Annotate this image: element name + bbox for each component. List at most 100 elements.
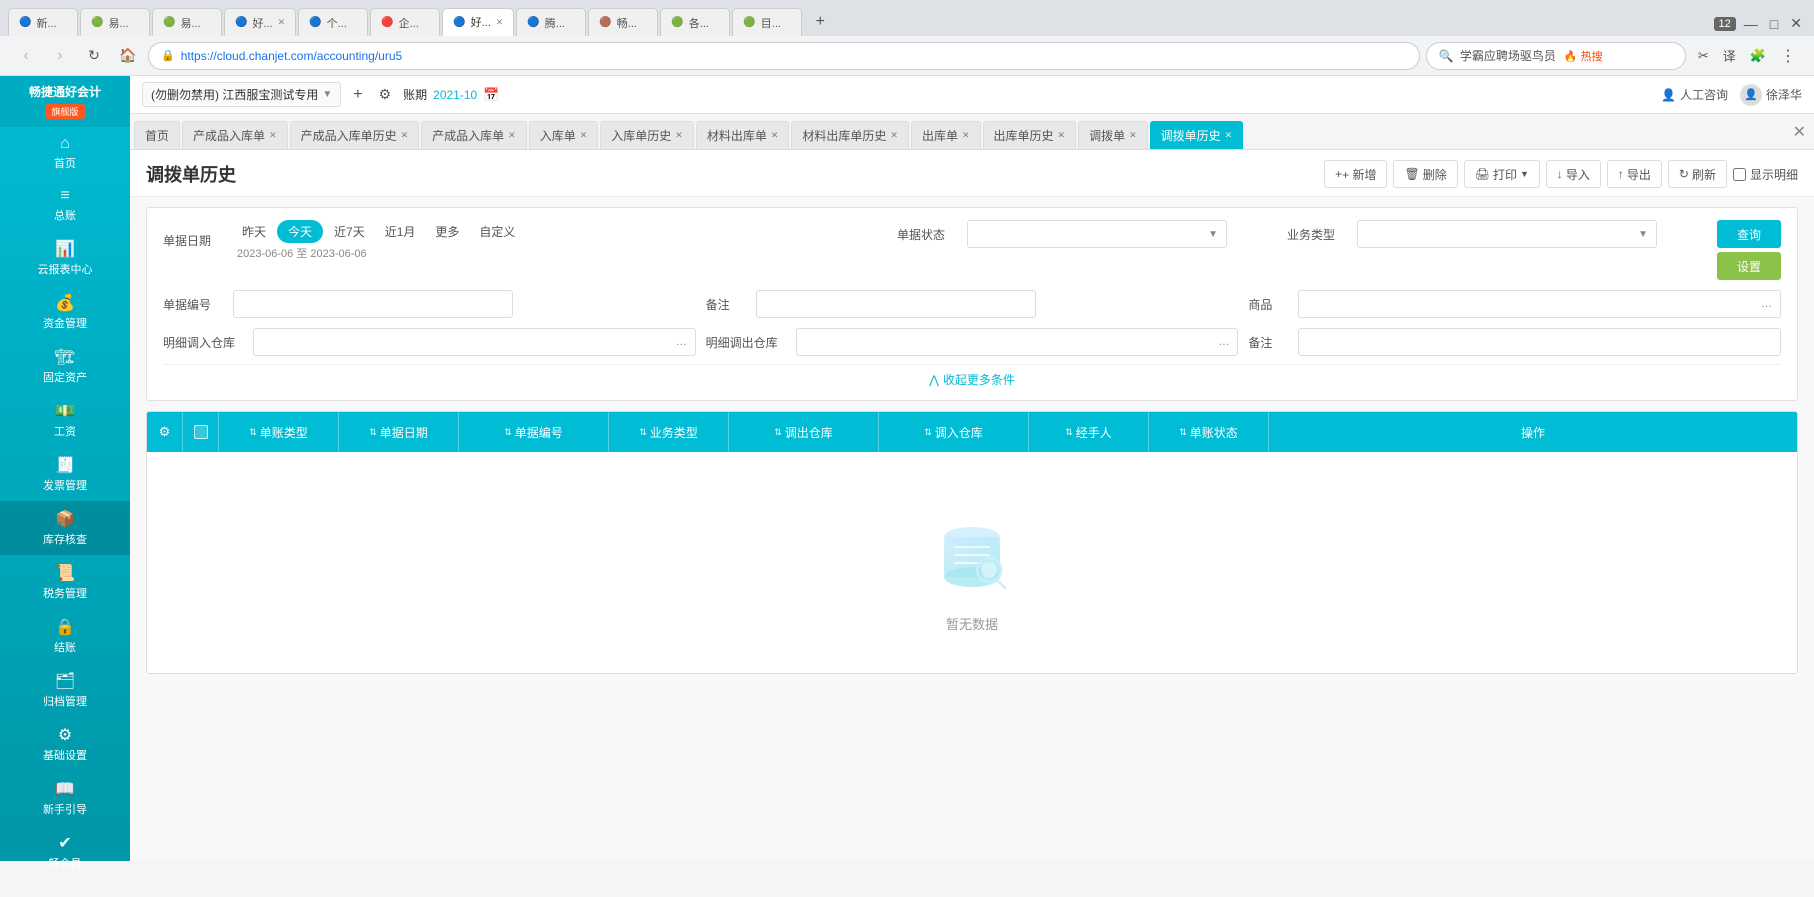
tab-in-history[interactable]: 入库单历史 ✕ — [600, 121, 694, 149]
sidebar-item-invoice[interactable]: 🧾 发票管理 — [0, 447, 130, 501]
tab-home[interactable]: 首页 — [134, 121, 180, 149]
sidebar-item-close-accounts[interactable]: 🔒 结账 — [0, 609, 130, 663]
browser-tab-11[interactable]: 🟢目... — [732, 8, 802, 36]
detail-in-input[interactable]: … — [253, 328, 696, 356]
browser-tab-7-active[interactable]: 🔵好...✕ — [442, 8, 514, 36]
sidebar-item-inventory[interactable]: 📦 库存核查 — [0, 501, 130, 555]
date-more-btn[interactable]: 更多 — [426, 220, 468, 243]
th-gear[interactable]: ⚙ — [147, 412, 183, 452]
import-button[interactable]: ↓ 导入 — [1546, 160, 1601, 188]
sort-icon[interactable]: ⇅ — [249, 427, 257, 438]
sidebar-item-ledger[interactable]: ≡ 总账 — [0, 179, 130, 231]
nav-back-button[interactable]: ‹ — [12, 42, 40, 70]
browser-tab-1[interactable]: 🔵新... — [8, 8, 78, 36]
export-button[interactable]: ↑ 导出 — [1607, 160, 1662, 188]
new-tab-button[interactable]: + — [806, 8, 834, 36]
tab-in[interactable]: 入库单 ✕ — [529, 121, 599, 149]
tab-close-3[interactable]: ✕ — [508, 130, 516, 141]
sidebar-item-archive[interactable]: 🗂 归档管理 — [0, 663, 130, 717]
date-custom-btn[interactable]: 自定义 — [470, 220, 524, 243]
sidebar-item-guide[interactable]: 📖 新手引导 — [0, 771, 130, 825]
tab-close-8[interactable]: ✕ — [962, 130, 970, 141]
settings-button[interactable]: 设置 — [1717, 252, 1781, 280]
consult-button[interactable]: 👤 人工咨询 — [1661, 86, 1728, 103]
query-button[interactable]: 查询 — [1717, 220, 1781, 248]
date-7days-btn[interactable]: 近7天 — [325, 220, 374, 243]
th-checkbox[interactable] — [183, 412, 219, 452]
address-bar[interactable]: 🔒 https://cloud.chanjet.com/accounting/u… — [148, 42, 1420, 70]
tab-close-10[interactable]: ✕ — [1129, 130, 1137, 141]
company-settings-button[interactable]: ⚙ — [375, 86, 396, 103]
sidebar-item-settings[interactable]: ⚙ 基础设置 — [0, 717, 130, 771]
tab-product-in[interactable]: 产成品入库单 ✕ — [182, 121, 288, 149]
tab-out[interactable]: 出库单 ✕ — [911, 121, 981, 149]
tab-out-history[interactable]: 出库单历史 ✕ — [983, 121, 1077, 149]
collapse-button[interactable]: ⋀ 收起更多条件 — [929, 371, 1015, 388]
nav-forward-button[interactable]: › — [46, 42, 74, 70]
status-select[interactable]: ▼ — [967, 220, 1227, 248]
nav-refresh-button[interactable]: ↻ — [80, 42, 108, 70]
browser-search-bar[interactable]: 🔍 学霸应聘场驱鸟员 🔥 热搜 — [1426, 42, 1686, 70]
sort-date-icon[interactable]: ⇅ — [369, 427, 377, 438]
browser-tab-4[interactable]: 🔵好...✕ — [224, 8, 296, 36]
sort-biz-icon[interactable]: ⇅ — [639, 427, 647, 438]
tab-transfer[interactable]: 调拨单 ✕ — [1078, 121, 1148, 149]
detail-out-input[interactable]: … — [796, 328, 1239, 356]
browser-tab-5[interactable]: 🔵个... — [298, 8, 368, 36]
browser-tab-10[interactable]: 🟢各... — [660, 8, 730, 36]
browser-tab-3[interactable]: 🟢易... — [152, 8, 222, 36]
show-all-checkbox[interactable]: 显示明细 — [1733, 166, 1798, 183]
date-1month-btn[interactable]: 近1月 — [376, 220, 425, 243]
tab-product-in-history[interactable]: 产成品入库单历史 ✕ — [290, 121, 420, 149]
tab-close-6[interactable]: ✕ — [771, 130, 779, 141]
sort-out-icon[interactable]: ⇅ — [774, 427, 782, 438]
extensions-btn[interactable]: 🧩 — [1744, 46, 1772, 66]
sidebar-item-wages[interactable]: 💵 工资 — [0, 393, 130, 447]
sort-status-icon[interactable]: ⇅ — [1179, 427, 1187, 438]
browser-minimize[interactable]: — — [1740, 16, 1762, 32]
browser-close[interactable]: ✕ — [1786, 15, 1806, 32]
tab-close-4[interactable]: ✕ — [580, 130, 588, 141]
delete-button[interactable]: 🗑 删除 — [1393, 160, 1457, 188]
print-button[interactable]: 🖨 打印 ▼ — [1464, 160, 1540, 188]
browser-tab-2[interactable]: 🟢易... — [80, 8, 150, 36]
date-today-btn[interactable]: 今天 — [277, 220, 323, 243]
sidebar-item-fixed[interactable]: 🏗 固定资产 — [0, 339, 130, 393]
tab-close-2[interactable]: ✕ — [401, 130, 409, 141]
nav-home-button[interactable]: 🏠 — [114, 42, 142, 70]
browser-tab-9[interactable]: 🟤畅... — [588, 8, 658, 36]
new-button[interactable]: + + 新增 — [1324, 160, 1387, 188]
remark-input[interactable] — [756, 290, 1036, 318]
scissors-icon-btn[interactable]: ✂ — [1692, 46, 1715, 66]
sort-handler-icon[interactable]: ⇅ — [1065, 427, 1073, 438]
sidebar-item-tax[interactable]: 📜 税务管理 — [0, 555, 130, 609]
show-all-input[interactable] — [1733, 168, 1746, 181]
doc-number-input[interactable] — [233, 290, 513, 318]
translate-btn[interactable]: 译 — [1717, 44, 1742, 67]
biz-type-select[interactable]: ▼ — [1357, 220, 1657, 248]
tab-product-in2[interactable]: 产成品入库单 ✕ — [421, 121, 527, 149]
tab-close-5[interactable]: ✕ — [675, 130, 683, 141]
company-selector[interactable]: (勿删勿禁用) 江西服宝测试专用 ▼ — [142, 82, 341, 107]
goods-input-container[interactable]: … — [1298, 290, 1781, 318]
browser-tab-6[interactable]: 🔴企... — [370, 8, 440, 36]
tab-close-7[interactable]: ✕ — [890, 130, 898, 141]
sidebar-item-reports[interactable]: 📊 云报表中心 — [0, 231, 130, 285]
tab-close-all[interactable]: ✕ — [1785, 118, 1814, 146]
tab-transfer-history-active[interactable]: 调拨单历史 ✕ — [1150, 121, 1244, 149]
tab-material-out-history[interactable]: 材料出库单历史 ✕ — [791, 121, 909, 149]
sidebar-item-member[interactable]: ✔ 畅会员 — [0, 825, 130, 879]
tab-material-out[interactable]: 材料出库单 ✕ — [696, 121, 790, 149]
add-company-button[interactable]: + — [349, 86, 366, 104]
sidebar-item-home[interactable]: ⌂ 首页 — [0, 127, 130, 179]
calendar-icon[interactable]: 📅 — [483, 87, 499, 103]
user-avatar[interactable]: 👤 徐泽华 — [1740, 84, 1802, 106]
tab-close-1[interactable]: ✕ — [269, 130, 277, 141]
date-yesterday-btn[interactable]: 昨天 — [233, 220, 275, 243]
tab-close-9[interactable]: ✕ — [1058, 130, 1066, 141]
more-btn[interactable]: ⋮ — [1774, 44, 1802, 68]
refresh-button[interactable]: ↻ 刷新 — [1668, 160, 1727, 188]
remark2-input[interactable] — [1298, 328, 1781, 356]
browser-tab-8[interactable]: 🔵腾... — [516, 8, 586, 36]
browser-maximize[interactable]: □ — [1766, 16, 1782, 32]
